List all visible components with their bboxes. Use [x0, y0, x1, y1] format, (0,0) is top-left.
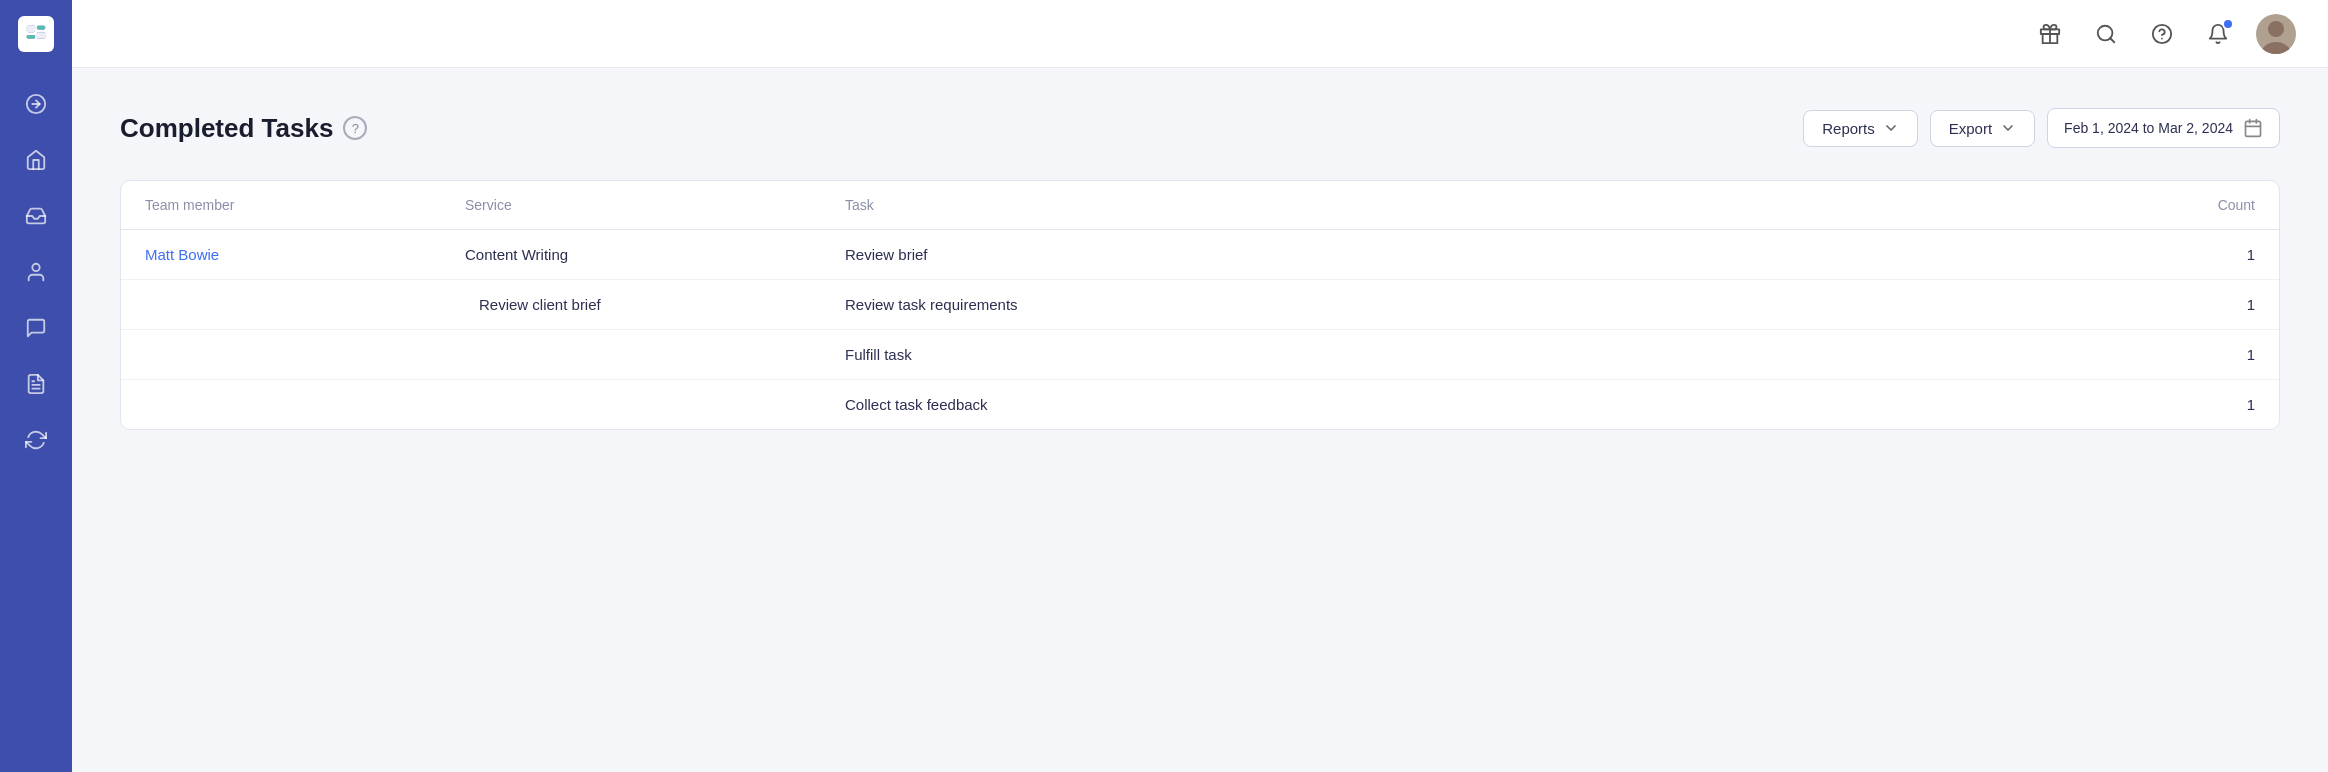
- svg-rect-22: [2246, 121, 2261, 136]
- help-badge[interactable]: ?: [343, 116, 367, 140]
- table-row: Review client brief Review task requirem…: [121, 280, 2279, 330]
- reports-label: Reports: [1822, 120, 1875, 137]
- sidebar-item-documents[interactable]: [0, 358, 72, 410]
- date-range-text: Feb 1, 2024 to Mar 2, 2024: [2064, 120, 2233, 136]
- table-row: Fulfill task 1: [121, 330, 2279, 380]
- table-header: Team member Service Task Count: [121, 181, 2279, 230]
- export-label: Export: [1949, 120, 1992, 137]
- cell-service-0: Content Writing: [465, 246, 845, 263]
- svg-line-16: [2110, 38, 2114, 42]
- main-area: Completed Tasks ? Reports Export: [72, 0, 2328, 772]
- svg-rect-5: [37, 26, 45, 30]
- export-button[interactable]: Export: [1930, 110, 2035, 147]
- cell-task-2: Fulfill task: [845, 346, 2155, 363]
- calendar-icon: [2243, 118, 2263, 138]
- svg-rect-4: [27, 26, 35, 32]
- notification-icon[interactable]: [2200, 16, 2236, 52]
- completed-tasks-table: Team member Service Task Count Matt Bowi…: [120, 180, 2280, 430]
- app-header: [72, 0, 2328, 68]
- chevron-down-icon-export: [2000, 120, 2016, 136]
- cell-member-0[interactable]: Matt Bowie: [145, 246, 465, 263]
- controls-row: Reports Export Feb 1, 2024 to Mar 2, 202…: [1803, 108, 2280, 148]
- svg-rect-7: [37, 32, 45, 38]
- col-header-count: Count: [2155, 197, 2255, 213]
- page-content: Completed Tasks ? Reports Export: [72, 68, 2328, 772]
- cell-count-0: 1: [2155, 246, 2255, 263]
- gift-icon[interactable]: [2032, 16, 2068, 52]
- col-header-team-member: Team member: [145, 197, 465, 213]
- user-avatar[interactable]: [2256, 14, 2296, 54]
- svg-point-10: [32, 264, 39, 271]
- cell-count-2: 1: [2155, 346, 2255, 363]
- page-title-row: Completed Tasks ?: [120, 113, 367, 144]
- page-title: Completed Tasks: [120, 113, 333, 144]
- chevron-down-icon: [1883, 120, 1899, 136]
- sidebar-nav: [0, 68, 72, 466]
- sidebar-logo[interactable]: [0, 0, 72, 68]
- svg-point-20: [2268, 21, 2284, 37]
- col-header-service: Service: [465, 197, 845, 213]
- cell-task-0: Review brief: [845, 246, 2155, 263]
- svg-rect-6: [27, 35, 35, 39]
- sidebar-item-chat[interactable]: [0, 302, 72, 354]
- col-header-task: Task: [845, 197, 2155, 213]
- sidebar-item-home[interactable]: [0, 134, 72, 186]
- cell-count-3: 1: [2155, 396, 2255, 413]
- sidebar-item-navigate[interactable]: [0, 78, 72, 130]
- sidebar-item-inbox[interactable]: [0, 190, 72, 242]
- sidebar-item-contacts[interactable]: [0, 246, 72, 298]
- sidebar: [0, 0, 72, 772]
- sidebar-item-refresh[interactable]: [0, 414, 72, 466]
- cell-service-1: Review client brief: [465, 296, 845, 313]
- help-icon[interactable]: [2144, 16, 2180, 52]
- table-row: Collect task feedback 1: [121, 380, 2279, 429]
- cell-task-1: Review task requirements: [845, 296, 2155, 313]
- date-range-button[interactable]: Feb 1, 2024 to Mar 2, 2024: [2047, 108, 2280, 148]
- table-row: Matt Bowie Content Writing Review brief …: [121, 230, 2279, 280]
- search-icon[interactable]: [2088, 16, 2124, 52]
- notification-badge: [2222, 18, 2234, 30]
- cell-task-3: Collect task feedback: [845, 396, 2155, 413]
- reports-button[interactable]: Reports: [1803, 110, 1918, 147]
- app-logo-icon: [18, 16, 54, 52]
- page-header: Completed Tasks ? Reports Export: [120, 108, 2280, 148]
- cell-count-1: 1: [2155, 296, 2255, 313]
